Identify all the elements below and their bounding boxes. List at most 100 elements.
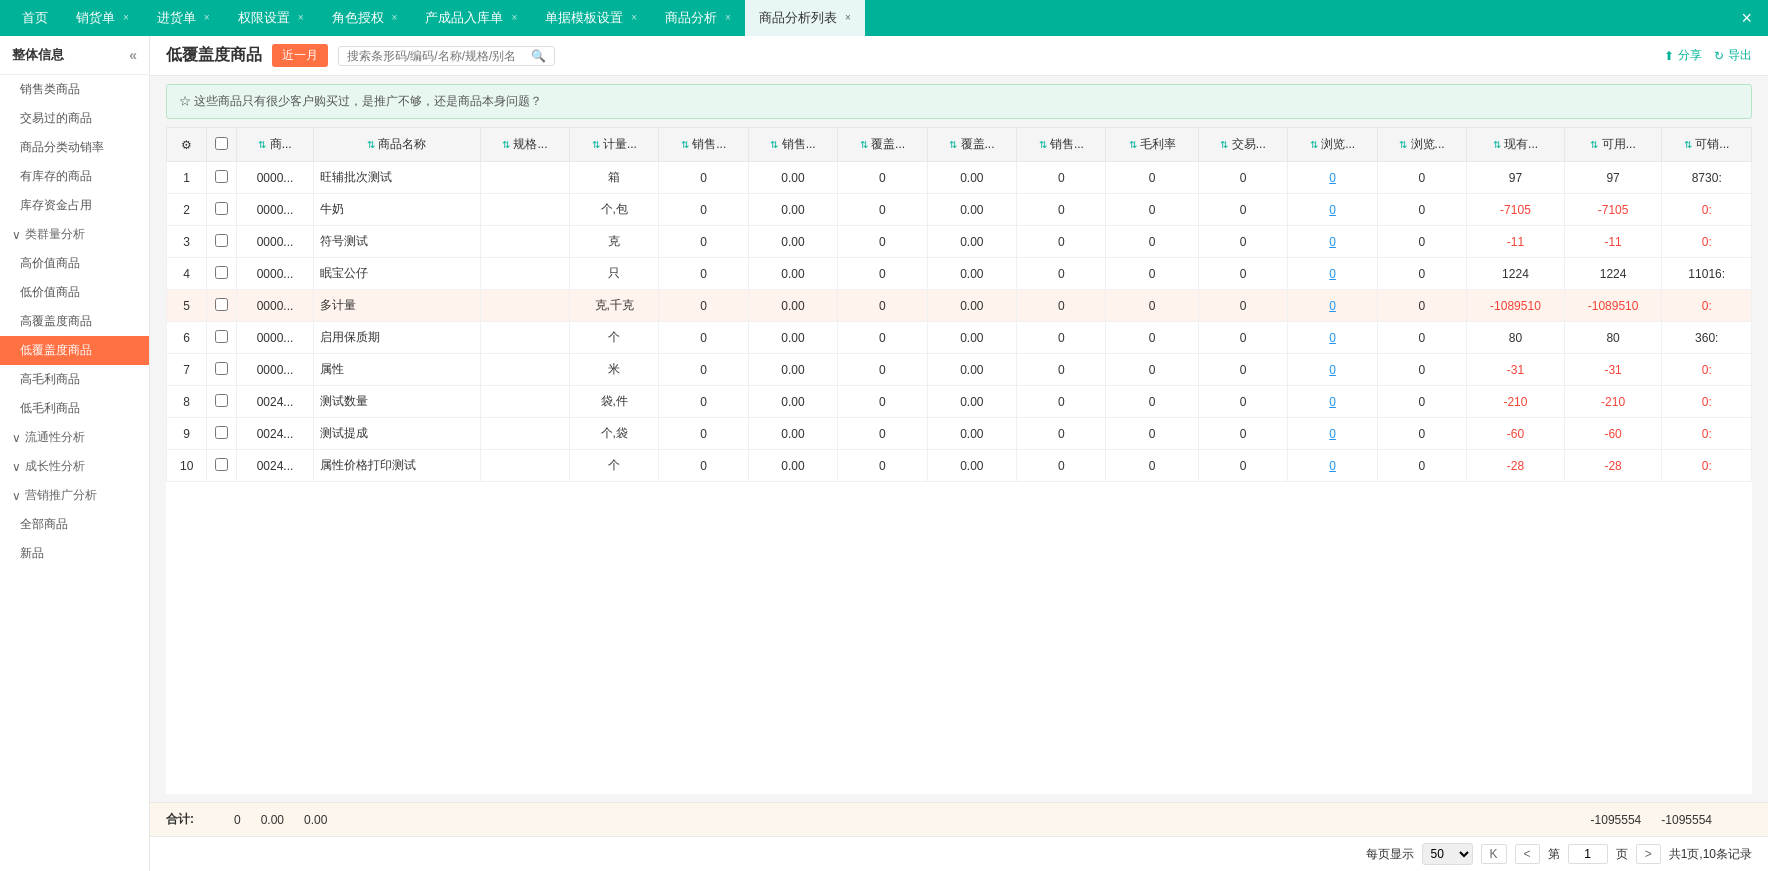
search-icon[interactable]: 🔍 [531, 49, 546, 63]
col-saleable[interactable]: ⇅ 可销... [1662, 128, 1752, 162]
col-sale-amount[interactable]: ⇅ 销售... [748, 128, 837, 162]
sidebar-item-all-goods[interactable]: 全部商品 [0, 510, 149, 539]
cell-browse1[interactable]: 0 [1288, 194, 1377, 226]
cell-gross: 0 [1106, 450, 1198, 482]
col-settings[interactable]: ⚙ [167, 128, 207, 162]
cell-browse1[interactable]: 0 [1288, 450, 1377, 482]
sidebar-group-category-analysis[interactable]: ∨ 类群量分析 [0, 220, 149, 249]
sidebar-item-traded-goods[interactable]: 交易过的商品 [0, 104, 149, 133]
cell-checkbox[interactable] [207, 354, 237, 386]
nav-item-role[interactable]: 角色授权 × [318, 0, 412, 36]
col-checkbox[interactable] [207, 128, 237, 162]
col-spec[interactable]: ⇅ 规格... [480, 128, 569, 162]
nav-close-purchase[interactable]: × [204, 0, 210, 36]
cell-checkbox[interactable] [207, 258, 237, 290]
cell-cover1: 0 [838, 290, 927, 322]
sidebar-item-low-coverage[interactable]: 低覆盖度商品 [0, 336, 149, 365]
total-label: 合计: [166, 811, 194, 828]
sidebar-item-category-rate[interactable]: 商品分类动销率 [0, 133, 149, 162]
share-button[interactable]: ⬆ 分享 [1664, 47, 1702, 64]
col-name[interactable]: ⇅ 商品名称 [313, 128, 480, 162]
cell-browse1[interactable]: 0 [1288, 354, 1377, 386]
col-sale-qty[interactable]: ⇅ 销售... [659, 128, 748, 162]
nav-close-sales[interactable]: × [123, 0, 129, 36]
sidebar-group-marketing[interactable]: ∨ 营销推广分析 [0, 481, 149, 510]
nav-item-home[interactable]: 首页 [8, 0, 62, 36]
nav-item-purchase[interactable]: 进货单 × [143, 0, 224, 36]
prev-page-btn[interactable]: < [1515, 844, 1540, 864]
cell-available: -28 [1564, 450, 1662, 482]
cell-trade: 0 [1198, 290, 1287, 322]
cell-spec [480, 418, 569, 450]
cell-browse1[interactable]: 0 [1288, 258, 1377, 290]
time-filter-button[interactable]: 近一月 [272, 44, 328, 67]
cell-current: 1224 [1467, 258, 1565, 290]
nav-item-finished[interactable]: 产成品入库单 × [411, 0, 531, 36]
col-cover2[interactable]: ⇅ 覆盖... [927, 128, 1016, 162]
nav-item-permission[interactable]: 权限设置 × [224, 0, 318, 36]
sidebar-item-sales-goods[interactable]: 销售类商品 [0, 75, 149, 104]
nav-item-sales[interactable]: 销货单 × [62, 0, 143, 36]
cell-checkbox[interactable] [207, 226, 237, 258]
sidebar-item-in-stock[interactable]: 有库存的商品 [0, 162, 149, 191]
nav-close-role[interactable]: × [392, 0, 398, 36]
nav-close-analysis[interactable]: × [725, 0, 731, 36]
nav-close-template[interactable]: × [631, 0, 637, 36]
main-layout: 整体信息 « 销售类商品 交易过的商品 商品分类动销率 有库存的商品 库存资金占… [0, 36, 1768, 871]
cell-cover2: 0.00 [927, 162, 1016, 194]
cell-checkbox[interactable] [207, 322, 237, 354]
page-size-select[interactable]: 50 100 200 [1422, 843, 1473, 865]
cell-checkbox[interactable] [207, 194, 237, 226]
col-trade[interactable]: ⇅ 交易... [1198, 128, 1287, 162]
sidebar-item-high-gross[interactable]: 高毛利商品 [0, 365, 149, 394]
cell-browse1[interactable]: 0 [1288, 290, 1377, 322]
cell-cover1: 0 [838, 226, 927, 258]
nav-close-analysis-list[interactable]: × [845, 0, 851, 36]
cell-checkbox[interactable] [207, 162, 237, 194]
col-current[interactable]: ⇅ 现有... [1467, 128, 1565, 162]
sidebar-item-high-value[interactable]: 高价值商品 [0, 249, 149, 278]
cell-checkbox[interactable] [207, 450, 237, 482]
cell-checkbox[interactable] [207, 418, 237, 450]
sidebar-item-stock-capital[interactable]: 库存资金占用 [0, 191, 149, 220]
col-cover1[interactable]: ⇅ 覆盖... [838, 128, 927, 162]
col-unit[interactable]: ⇅ 计量... [570, 128, 659, 162]
cell-browse1[interactable]: 0 [1288, 322, 1377, 354]
sidebar-item-high-coverage[interactable]: 高覆盖度商品 [0, 307, 149, 336]
cell-browse1[interactable]: 0 [1288, 162, 1377, 194]
sidebar-group-circulation[interactable]: ∨ 流通性分析 [0, 423, 149, 452]
sidebar-item-new-goods[interactable]: 新品 [0, 539, 149, 568]
cell-browse1[interactable]: 0 [1288, 226, 1377, 258]
search-input[interactable] [347, 49, 527, 63]
cell-checkbox[interactable] [207, 386, 237, 418]
sidebar-collapse-btn[interactable]: « [129, 47, 137, 63]
window-close-btn[interactable]: × [1733, 8, 1760, 29]
page-number-input[interactable] [1568, 844, 1608, 864]
sidebar-group-growth[interactable]: ∨ 成长性分析 [0, 452, 149, 481]
cell-gross: 0 [1106, 386, 1198, 418]
next-page-btn[interactable]: > [1636, 844, 1661, 864]
cell-available: -1089510 [1564, 290, 1662, 322]
col-code[interactable]: ⇅ 商... [237, 128, 313, 162]
export-button[interactable]: ↻ 导出 [1714, 47, 1752, 64]
cell-saleable: 0: [1662, 354, 1752, 386]
sidebar-item-low-value[interactable]: 低价值商品 [0, 278, 149, 307]
col-sale3[interactable]: ⇅ 销售... [1017, 128, 1106, 162]
nav-item-template[interactable]: 单据模板设置 × [531, 0, 651, 36]
cell-sale-qty: 0 [659, 386, 748, 418]
cell-browse1[interactable]: 0 [1288, 386, 1377, 418]
nav-close-finished[interactable]: × [511, 0, 517, 36]
nav-item-analysis[interactable]: 商品分析 × [651, 0, 745, 36]
col-gross[interactable]: ⇅ 毛利率 [1106, 128, 1198, 162]
col-browse2[interactable]: ⇅ 浏览... [1377, 128, 1466, 162]
nav-close-permission[interactable]: × [298, 0, 304, 36]
cell-browse1[interactable]: 0 [1288, 418, 1377, 450]
data-table-wrapper[interactable]: ⚙ ⇅ 商... ⇅ 商品名称 ⇅ 规格... ⇅ 计量... ⇅ 销售... … [166, 127, 1752, 794]
col-available[interactable]: ⇅ 可用... [1564, 128, 1662, 162]
cell-checkbox[interactable] [207, 290, 237, 322]
sidebar-item-low-gross[interactable]: 低毛利商品 [0, 394, 149, 423]
col-browse1[interactable]: ⇅ 浏览... [1288, 128, 1377, 162]
select-all-checkbox[interactable] [215, 137, 228, 150]
nav-item-analysis-list[interactable]: 商品分析列表 × [745, 0, 865, 36]
first-page-btn[interactable]: K [1481, 844, 1507, 864]
